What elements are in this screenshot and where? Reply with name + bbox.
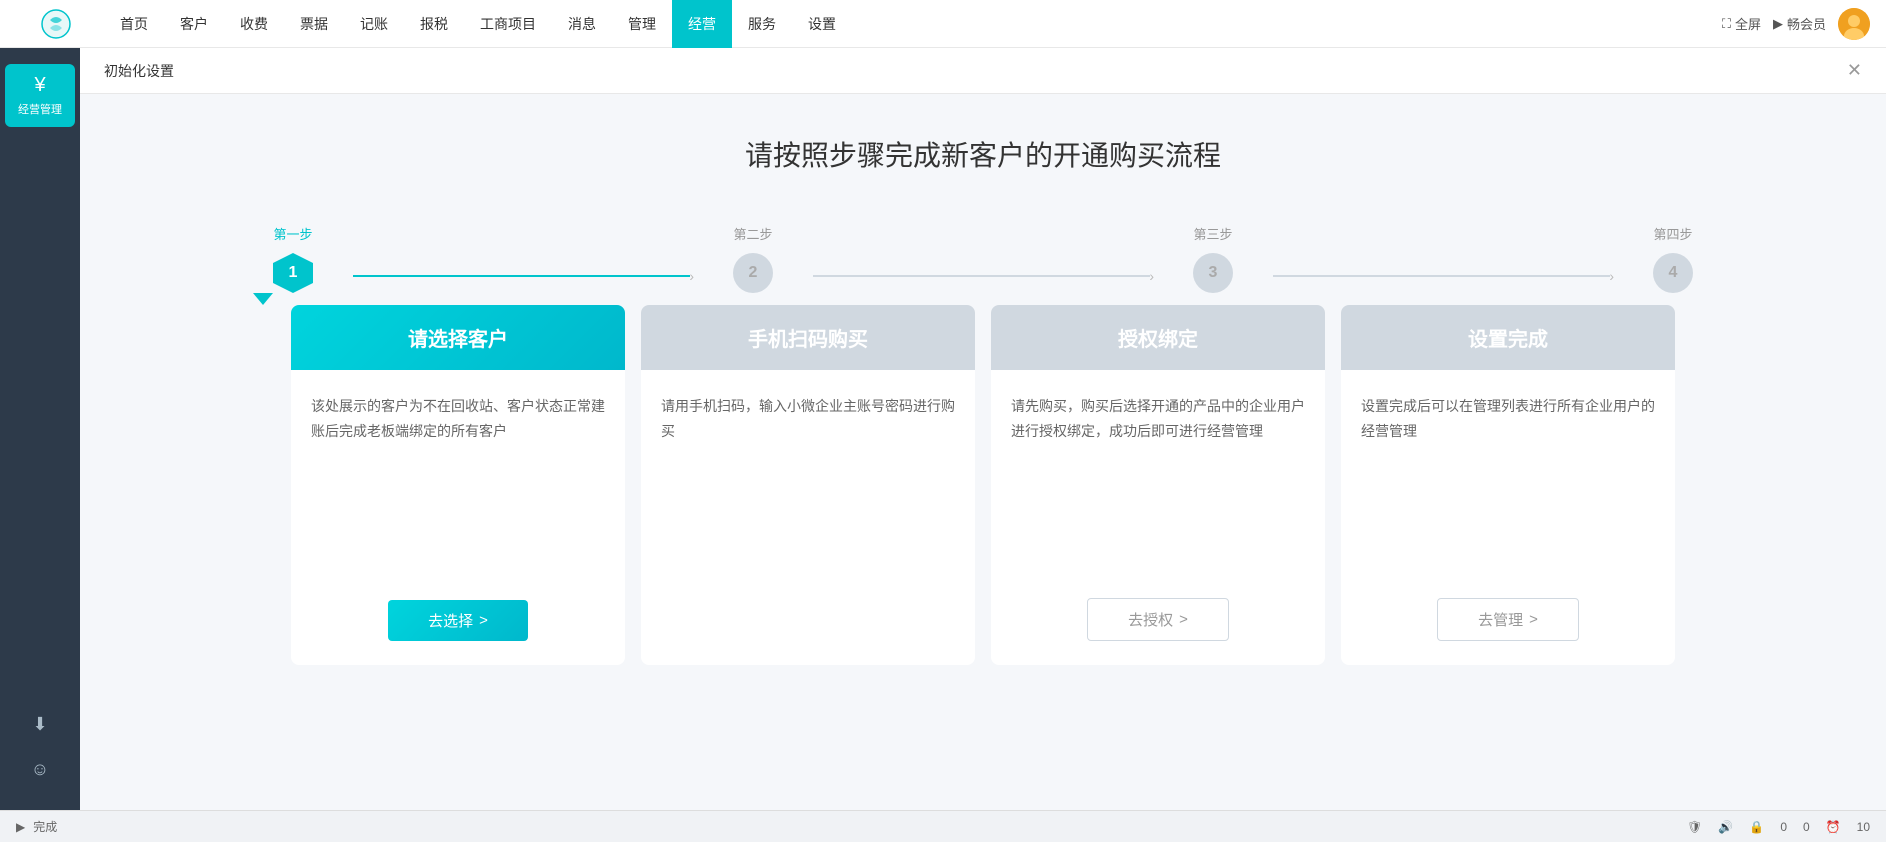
sidebar-help[interactable]: ☺ [5,749,75,790]
user-avatar[interactable] [1838,8,1870,40]
nav-items: 首页 客户 收费 票据 记账 报税 工商项目 消息 管理 经营 服务 设置 [104,0,1722,48]
card-2-footer [641,625,975,665]
num2: 0 [1803,820,1810,834]
play-icon: ▶ [1773,16,1783,32]
steps-title: 请按照步骤完成新客户的开通购买流程 [745,134,1221,174]
step-cards: 请选择客户 该处展示的客户为不在回收站、客户状态正常建账后完成老板端绑定的所有客… [283,305,1683,665]
nav-message[interactable]: 消息 [552,0,612,48]
step-3-btn[interactable]: 去授权 > [1087,598,1229,641]
card-3-footer: 去授权 > [991,582,1325,665]
nav-business[interactable]: 工商项目 [464,0,552,48]
connector-3: › [1273,268,1613,284]
sidebar-download[interactable]: ⬇ [5,704,75,745]
nav-bill[interactable]: 票据 [284,0,344,48]
connector-1: › [353,268,693,284]
step-3-label: 第三步 [1193,224,1232,243]
nav-manage[interactable]: 管理 [612,0,672,48]
card-4-body: 设置完成后可以在管理列表进行所有企业用户的经营管理 [1341,370,1675,582]
play-status-icon: ▶ [16,820,25,834]
card-1-body: 该处展示的客户为不在回收站、客户状态正常建账后完成老板端绑定的所有客户 [291,370,625,584]
main-layout: ¥ 经营管理 ⬇ ☺ 初始化设置 ✕ 请按照步骤完成新客户的开通购买流程 [0,48,1886,810]
step-3-node: 第三步 3 [1153,224,1273,293]
sidebar-bottom: ⬇ ☺ [5,704,75,810]
top-nav: 首页 客户 收费 票据 记账 报税 工商项目 消息 管理 经营 服务 设置 ⛶ … [0,0,1886,48]
step-card-1: 请选择客户 该处展示的客户为不在回收站、客户状态正常建账后完成老板端绑定的所有客… [291,305,625,665]
operation-icon: ¥ [34,74,45,97]
step-1-label: 第一步 [273,224,312,243]
step-2-label: 第二步 [733,224,772,243]
sidebar: ¥ 经营管理 ⬇ ☺ [0,48,80,810]
card-3-header: 授权绑定 [991,305,1325,370]
clock-icon: ⏰ [1826,820,1841,834]
lock-icon: 🔒 [1749,820,1764,834]
nav-charge[interactable]: 收费 [224,0,284,48]
step-1-btn[interactable]: 去选择 > [388,600,528,641]
card-2-body: 请用手机扫码，输入小微企业主账号密码进行购买 [641,370,975,625]
nav-settings[interactable]: 设置 [792,0,852,48]
connector-2: › [813,268,1153,284]
step-4-btn[interactable]: 去管理 > [1437,598,1579,641]
card-1-footer: 去选择 > [291,584,625,665]
status-left: ▶ 完成 [16,818,57,835]
step-4-circle: 4 [1653,253,1693,293]
step-1-circle: 1 [273,253,313,293]
step-2-node: 第二步 2 [693,224,813,293]
main-content: 初始化设置 ✕ 请按照步骤完成新客户的开通购买流程 第一步 1 › [80,48,1886,810]
nav-customer[interactable]: 客户 [164,0,224,48]
vip-btn[interactable]: ▶ 畅会员 [1773,14,1826,33]
status-text: 完成 [33,818,57,835]
page-header: 初始化设置 ✕ [80,48,1886,94]
fullscreen-icon: ⛶ [1722,16,1731,32]
card-4-header: 设置完成 [1341,305,1675,370]
nav-account[interactable]: 记账 [344,0,404,48]
step-card-2: 手机扫码购买 请用手机扫码，输入小微企业主账号密码进行购买 [641,305,975,665]
card-2-header: 手机扫码购买 [641,305,975,370]
close-button[interactable]: ✕ [1847,60,1862,81]
nav-service[interactable]: 服务 [732,0,792,48]
step-card-3: 授权绑定 请先购买，购买后选择开通的产品中的企业用户进行授权绑定，成功后即可进行… [991,305,1325,665]
step-3-circle: 3 [1193,253,1233,293]
nav-operation[interactable]: 经营 [672,0,732,48]
card-4-footer: 去管理 > [1341,582,1675,665]
logo-area [16,8,96,40]
card-1-header: 请选择客户 [291,305,625,370]
step-2-circle: 2 [733,253,773,293]
download-icon: ⬇ [32,714,47,735]
nav-right: ⛶ 全屏 ▶ 畅会员 [1722,8,1870,40]
help-icon: ☺ [31,759,49,780]
sidebar-item-operation[interactable]: ¥ 经营管理 [5,64,75,127]
steps-container: 请按照步骤完成新客户的开通购买流程 第一步 1 › 第二步 2 [80,94,1886,705]
card-3-body: 请先购买，购买后选择开通的产品中的企业用户进行授权绑定，成功后即可进行经营管理 [991,370,1325,582]
step-card-4: 设置完成 设置完成后可以在管理列表进行所有企业用户的经营管理 去管理 > [1341,305,1675,665]
step-4-label: 第四步 [1653,224,1692,243]
page-title: 初始化设置 [104,61,174,81]
app-logo [40,8,72,40]
nav-tax[interactable]: 报税 [404,0,464,48]
num1: 0 [1780,820,1787,834]
status-bar: ▶ 完成 🛡 🔊 🔒 0 0 ⏰ 10 [0,810,1886,842]
time-display: 10 [1857,820,1870,834]
sound-icon: 🔊 [1718,820,1733,834]
status-right: 🛡 🔊 🔒 0 0 ⏰ 10 [1687,820,1870,834]
fullscreen-btn[interactable]: ⛶ 全屏 [1722,14,1761,33]
step-4-node: 第四步 4 [1613,224,1733,293]
shield-icon: 🛡 [1687,820,1702,834]
nav-home[interactable]: 首页 [104,0,164,48]
step-1-node: 第一步 1 [233,224,353,293]
